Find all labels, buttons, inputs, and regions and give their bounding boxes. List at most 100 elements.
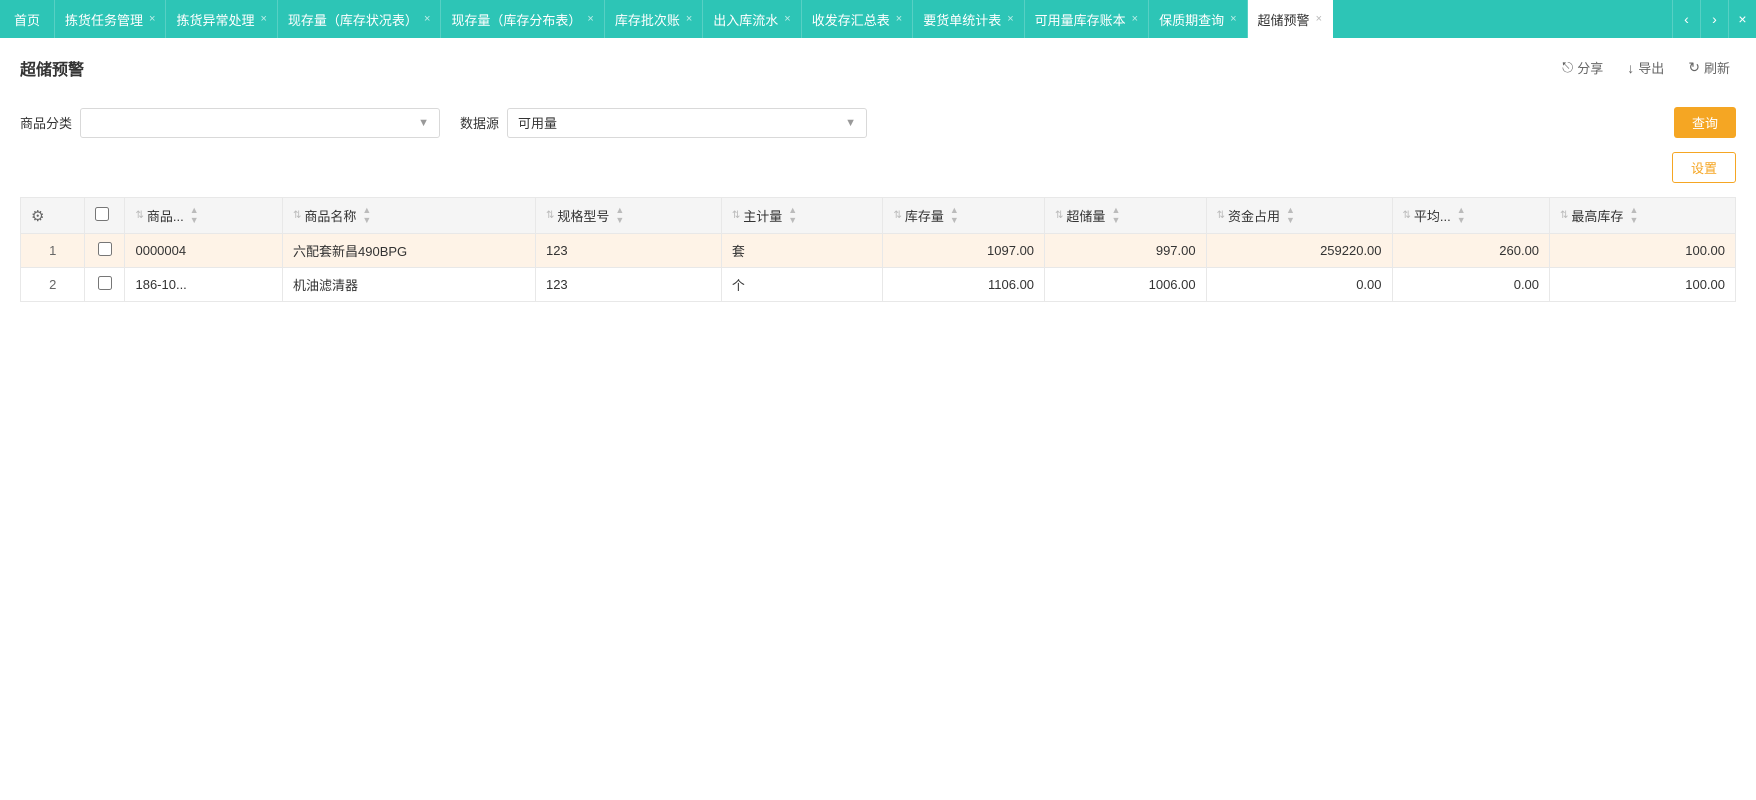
tab-label: 可用量库存账本 <box>1035 10 1126 29</box>
page-header: 超储预警 ⎋ 分享 ↓ 导出 ↻ 刷新 <box>20 54 1736 81</box>
sort-prefix: ⇅ <box>1055 210 1063 221</box>
row-overstock-1: 1006.00 <box>1045 268 1207 302</box>
row-select-checkbox[interactable] <box>98 242 112 256</box>
export-button[interactable]: ↓ 导出 <box>1621 54 1670 81</box>
nav-tab-tab10[interactable]: 保质期查询 × <box>1149 0 1247 38</box>
th-col-spec[interactable]: ⇅规格型号 ▲▼ <box>535 198 721 234</box>
tab-label: 拣货任务管理 <box>65 10 143 29</box>
nav-tab-tab3[interactable]: 现存量（库存状况表） × <box>278 0 441 38</box>
th-col-capital[interactable]: ⇅资金占用▲▼ <box>1206 198 1392 234</box>
tab-close-icon[interactable]: × <box>784 13 790 25</box>
nav-tab-tab4[interactable]: 现存量（库存分布表）× <box>441 0 604 38</box>
query-button[interactable]: 查询 <box>1674 107 1736 138</box>
nav-tab-tab8[interactable]: 要货单统计表× <box>913 0 1024 38</box>
th-col-stock[interactable]: ⇅库存量▲▼ <box>883 198 1045 234</box>
nav-arrow-right[interactable]: › <box>1700 0 1728 38</box>
sort-prefix: ⇅ <box>1560 210 1568 221</box>
tab-close-icon[interactable]: × <box>896 13 902 25</box>
tab-close-icon[interactable]: × <box>149 13 155 25</box>
th-col-overstock[interactable]: ⇅超储量▲▼ <box>1045 198 1207 234</box>
nav-home[interactable]: 首页 <box>0 0 55 38</box>
col-label: 商品名称 <box>304 206 356 225</box>
col-label: 规格型号 <box>557 206 609 225</box>
header-actions: ⎋ 分享 ↓ 导出 ↻ 刷新 <box>1556 54 1736 81</box>
tab-close-icon[interactable]: × <box>1230 13 1236 25</box>
tab-label: 收发存汇总表 <box>812 10 890 29</box>
table-header-row: ⚙⇅商品...▲▼⇅商品名称▲▼⇅规格型号▲▼⇅主计量▲▼⇅库存量▲▼⇅超储量▲… <box>21 198 1736 234</box>
tab-label: 出入库流水 <box>713 10 778 29</box>
nav-arrow-close[interactable]: × <box>1728 0 1756 38</box>
row-select-checkbox[interactable] <box>98 276 112 290</box>
tab-close-icon[interactable]: × <box>587 13 593 25</box>
category-select[interactable]: ▼ <box>80 108 440 138</box>
tab-label: 现存量（库存状况表） <box>288 10 418 29</box>
refresh-button[interactable]: ↻ 刷新 <box>1682 54 1736 81</box>
row-capital-1: 0.00 <box>1206 268 1392 302</box>
datasource-label: 数据源 <box>460 113 499 132</box>
tab-close-icon[interactable]: × <box>424 13 430 25</box>
row-checkbox-1[interactable] <box>85 268 125 302</box>
nav-tab-tab5[interactable]: 库存批次账 × <box>605 0 703 38</box>
nav-arrow-left[interactable]: ‹ <box>1672 0 1700 38</box>
sort-icon: ▲▼ <box>190 206 199 225</box>
nav-tab-tab9[interactable]: 可用量库存账本 × <box>1025 0 1149 38</box>
sort-prefix: ⇅ <box>293 210 301 221</box>
sort-icon: ▲▼ <box>788 206 797 225</box>
th-col-unit[interactable]: ⇅主计量▲▼ <box>721 198 883 234</box>
datasource-select[interactable]: 可用量 ▼ <box>507 108 867 138</box>
th-col-name[interactable]: ⇅商品名称 ▲▼ <box>283 198 536 234</box>
row-spec-0: 123 <box>535 234 721 268</box>
row-name-1: 机油滤清器 <box>283 268 536 302</box>
tab-close-icon[interactable]: × <box>260 13 266 25</box>
settings-button[interactable]: 设置 <box>1672 152 1736 183</box>
row-code-1: 186-10... <box>125 268 283 302</box>
th-col-checkbox <box>85 198 125 234</box>
nav-tab-tab7[interactable]: 收发存汇总表 × <box>802 0 913 38</box>
category-label: 商品分类 <box>20 113 72 132</box>
sort-prefix: ⇅ <box>546 210 554 221</box>
export-icon: ↓ <box>1627 60 1634 76</box>
tab-label: 库存批次账 <box>615 10 680 29</box>
th-col-maxstock[interactable]: ⇅最高库存▲▼ <box>1550 198 1736 234</box>
data-table: ⚙⇅商品...▲▼⇅商品名称▲▼⇅规格型号▲▼⇅主计量▲▼⇅库存量▲▼⇅超储量▲… <box>20 197 1736 302</box>
top-nav: 首页 拣货任务管理×拣货异常处理×现存量（库存状况表）×现存量（库存分布表）×库… <box>0 0 1756 38</box>
datasource-value: 可用量 <box>518 113 557 132</box>
sort-prefix: ⇅ <box>135 210 143 221</box>
tab-label: 保质期查询 <box>1159 10 1224 29</box>
sort-icon: ▲▼ <box>1286 206 1295 225</box>
row-stock-1: 1106.00 <box>883 268 1045 302</box>
th-col-code[interactable]: ⇅商品...▲▼ <box>125 198 283 234</box>
sort-prefix: ⇅ <box>732 210 740 221</box>
chevron-down-icon: ▼ <box>418 117 429 129</box>
sort-icon: ▲▼ <box>362 206 371 225</box>
tab-close-icon[interactable]: × <box>686 13 692 25</box>
select-all-checkbox[interactable] <box>95 207 109 221</box>
row-capital-0: 259220.00 <box>1206 234 1392 268</box>
row-checkbox-0[interactable] <box>85 234 125 268</box>
nav-tab-tab6[interactable]: 出入库流水 × <box>703 0 801 38</box>
page-title: 超储预警 <box>20 56 84 80</box>
nav-tab-tab1[interactable]: 拣货任务管理 × <box>55 0 166 38</box>
share-button[interactable]: ⎋ 分享 <box>1556 54 1609 81</box>
row-maxstock-1: 100.00 <box>1550 268 1736 302</box>
gear-icon[interactable]: ⚙ <box>31 208 44 225</box>
nav-arrows: ‹ › × <box>1672 0 1756 38</box>
tab-close-icon[interactable]: × <box>1132 13 1138 25</box>
row-overstock-0: 997.00 <box>1045 234 1207 268</box>
sort-icon: ▲▼ <box>615 206 624 225</box>
row-unit-0: 套 <box>721 234 883 268</box>
nav-tab-tab11[interactable]: 超储预警 × <box>1248 0 1333 38</box>
tab-close-icon[interactable]: × <box>1316 13 1322 25</box>
tab-close-icon[interactable]: × <box>1007 13 1013 25</box>
row-avg-0: 260.00 <box>1392 234 1550 268</box>
th-col-avg[interactable]: ⇅平均...▲▼ <box>1392 198 1550 234</box>
tab-label: 超储预警 <box>1258 10 1310 29</box>
filter-datasource: 数据源 可用量 ▼ <box>460 108 867 138</box>
nav-tab-tab2[interactable]: 拣货异常处理× <box>166 0 277 38</box>
sort-icon: ▲▼ <box>1629 206 1638 225</box>
row-name-0: 六配套新昌490BPG <box>283 234 536 268</box>
row-maxstock-0: 100.00 <box>1550 234 1736 268</box>
row-code-0: 0000004 <box>125 234 283 268</box>
sort-prefix: ⇅ <box>1403 210 1411 221</box>
col-label: 资金占用 <box>1228 206 1280 225</box>
